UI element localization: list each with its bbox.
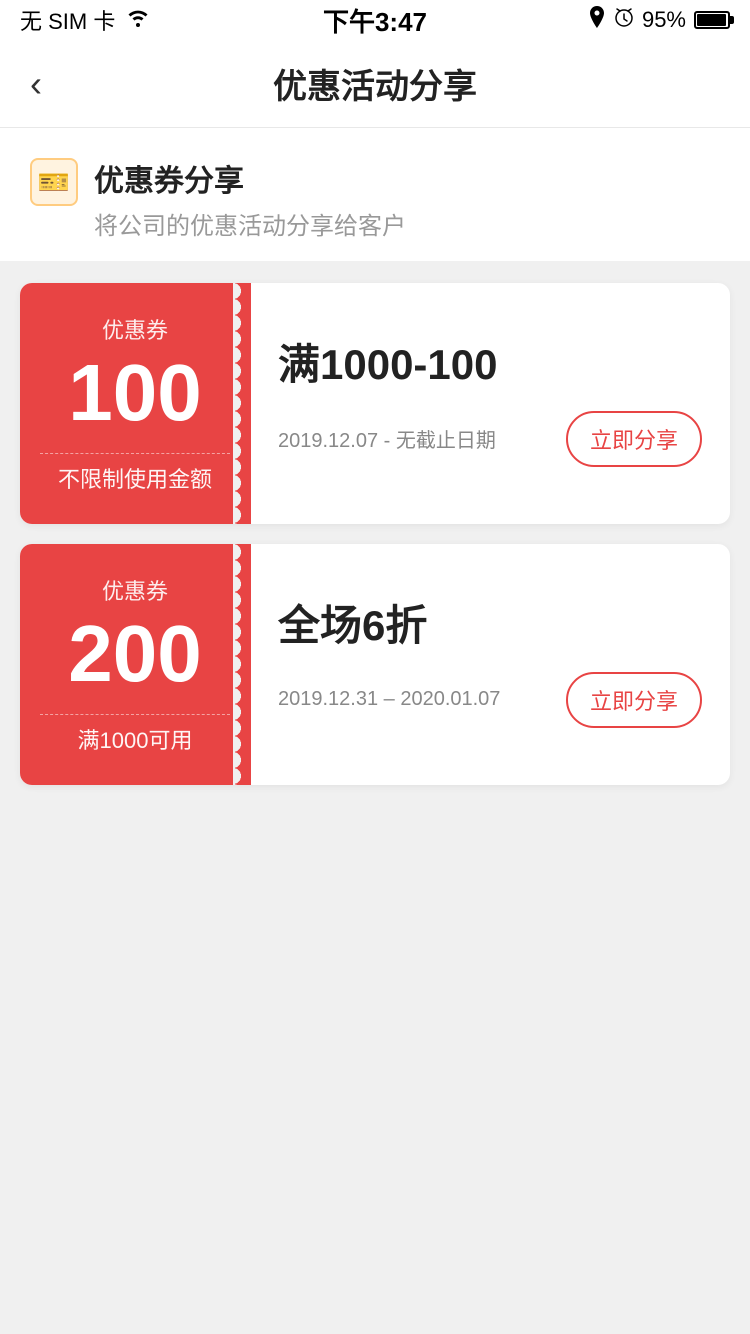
location-icon xyxy=(588,6,606,34)
coupon-name-2: 全场6折 xyxy=(278,601,702,651)
coupon-condition-2: 满1000可用 xyxy=(78,723,193,755)
coupon-footer-2: 2019.12.31 – 2020.01.07 立即分享 xyxy=(278,672,702,728)
page-title: 优惠活动分享 xyxy=(273,59,477,108)
coupon-amount-2: 200 xyxy=(68,614,201,694)
coupon-footer-1: 2019.12.07 - 无截止日期 立即分享 xyxy=(278,411,702,467)
back-button[interactable]: ‹ xyxy=(30,66,42,102)
section-subtitle: 将公司的优惠活动分享给客户 xyxy=(94,206,406,241)
coupon-type-label-1: 优惠券 xyxy=(102,313,168,345)
wifi-icon xyxy=(125,7,151,33)
coupon-card-2: 优惠券 200 满1000可用 全场6折 2019.12.31 – 2020.0… xyxy=(20,544,730,785)
coupon-condition-1: 不限制使用金额 xyxy=(58,462,212,494)
section-title: 优惠券分享 xyxy=(94,156,406,200)
coupon-list: 优惠券 100 不限制使用金额 满1000-100 2019.12.07 - 无… xyxy=(0,263,750,805)
coupon-type-label-2: 优惠券 xyxy=(102,574,168,606)
coupon-card: 优惠券 100 不限制使用金额 满1000-100 2019.12.07 - 无… xyxy=(20,283,730,524)
battery-percent: 95% xyxy=(642,7,686,33)
coupon-left-2: 优惠券 200 满1000可用 xyxy=(20,544,250,785)
nav-bar: ‹ 优惠活动分享 xyxy=(0,40,750,128)
section-header: 🎫 优惠券分享 将公司的优惠活动分享给客户 xyxy=(0,128,750,261)
coupon-amount-1: 100 xyxy=(68,353,201,433)
bottom-area xyxy=(0,805,750,1305)
share-button-2[interactable]: 立即分享 xyxy=(566,672,702,728)
coupon-right-2: 全场6折 2019.12.31 – 2020.01.07 立即分享 xyxy=(250,544,730,785)
coupon-date-2: 2019.12.31 – 2020.01.07 xyxy=(278,688,554,711)
coupon-section-icon: 🎫 xyxy=(30,158,78,206)
coupon-date-1: 2019.12.07 - 无截止日期 xyxy=(278,424,554,453)
coupon-name-1: 满1000-100 xyxy=(278,340,702,390)
coupon-divider-2 xyxy=(40,714,230,715)
battery-icon xyxy=(694,11,730,29)
coupon-left-1: 优惠券 100 不限制使用金额 xyxy=(20,283,250,524)
coupon-divider-1 xyxy=(40,453,230,454)
share-button-1[interactable]: 立即分享 xyxy=(566,411,702,467)
alarm-icon xyxy=(614,6,634,34)
coupon-right-1: 满1000-100 2019.12.07 - 无截止日期 立即分享 xyxy=(250,283,730,524)
status-time: 下午3:47 xyxy=(323,2,427,39)
status-bar: 无 SIM 卡 下午3:47 95% xyxy=(0,0,750,40)
section-text-group: 优惠券分享 将公司的优惠活动分享给客户 xyxy=(94,156,406,241)
status-left: 无 SIM 卡 xyxy=(20,4,151,36)
sim-label: 无 SIM 卡 xyxy=(20,4,115,36)
status-right: 95% xyxy=(588,6,730,34)
